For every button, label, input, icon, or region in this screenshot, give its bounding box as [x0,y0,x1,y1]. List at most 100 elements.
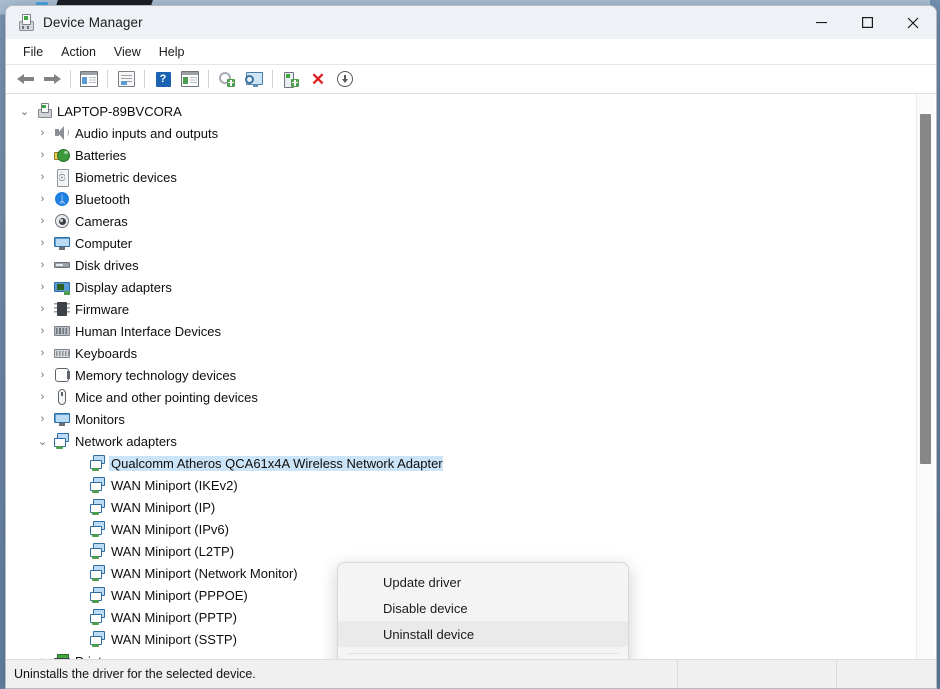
status-panel-2 [678,660,837,688]
menu-file[interactable]: File [14,42,52,62]
device-manager-window: Device Manager File Action View [5,5,937,689]
firmware-icon [51,301,73,317]
update-driver-button[interactable] [214,67,240,91]
close-icon [907,17,919,29]
context-menu-item[interactable]: Uninstall device [338,621,628,647]
tree-item[interactable]: ⌄ Network adapters [6,430,936,452]
tree-item[interactable]: Qualcomm Atheros QCA61x4A Wireless Netwo… [6,452,936,474]
tree-item[interactable]: ›Display adapters [6,276,936,298]
chevron-right-icon[interactable]: › [34,391,51,403]
status-message: Uninstalls the driver for the selected d… [6,660,678,688]
chevron-right-icon[interactable]: › [34,237,51,249]
display-adapter-icon [51,279,73,295]
context-menu: Update driverDisable deviceUninstall dev… [337,562,629,659]
tree-item[interactable]: ›Keyboards [6,342,936,364]
network-adapter-icon [87,499,109,515]
chevron-right-icon[interactable]: › [34,413,51,425]
network-adapter-icon [87,455,109,471]
context-menu-item[interactable]: Update driver [338,569,628,595]
content-area: ⌄LAPTOP-89BVCORA › Audio inputs and output… [6,94,936,659]
download-button[interactable] [332,67,358,91]
tree-item-label: Network adapters [73,434,177,449]
tree-item-label: Batteries [73,148,126,163]
chevron-down-icon[interactable]: ⌄ [16,105,33,118]
close-button[interactable] [890,6,936,39]
enable-device-button[interactable] [278,67,304,91]
tree-item-label: Audio inputs and outputs [73,126,218,141]
toolbar-separator [272,70,273,88]
chevron-right-icon[interactable]: › [34,281,51,293]
tree-item-label: Human Interface Devices [73,324,221,339]
chevron-right-icon[interactable]: › [34,193,51,205]
chevron-right-icon[interactable]: › [34,215,51,227]
chevron-right-icon[interactable]: › [34,259,51,271]
tree-item[interactable]: › Memory technology devices [6,364,936,386]
keyboard-icon [51,345,73,361]
network-adapter-icon [87,521,109,537]
help-icon: ? [156,72,171,87]
network-adapter-icon [87,631,109,647]
tree-item-label: WAN Miniport (IP) [109,500,215,515]
tree-item[interactable]: ›Mice and other pointing devices [6,386,936,408]
tree-item-label: WAN Miniport (SSTP) [109,632,237,647]
tree-item[interactable]: › Audio inputs and outputs [6,122,936,144]
properties-button[interactable] [113,67,139,91]
enable-device-icon [283,72,299,87]
tree-item[interactable]: WAN Miniport (L2TP) [6,540,936,562]
properties-icon [118,71,135,87]
monitor-icon [51,235,73,251]
hid-icon [51,323,73,339]
tree-item[interactable]: › Monitors [6,408,936,430]
uninstall-device-button[interactable]: ✕ [305,67,331,91]
back-button[interactable] [12,67,38,91]
tree-item-label: WAN Miniport (L2TP) [109,544,234,559]
chevron-right-icon[interactable]: › [34,149,51,161]
tree-item-label: Memory technology devices [73,368,236,383]
menu-view[interactable]: View [105,42,150,62]
chevron-right-icon[interactable]: › [34,325,51,337]
tree-item[interactable]: ›Cameras [6,210,936,232]
tree-item[interactable]: ›Disk drives [6,254,936,276]
chevron-right-icon[interactable]: › [34,171,51,183]
audio-icon [51,125,73,141]
chevron-right-icon[interactable]: › [34,303,51,315]
chevron-right-icon[interactable]: › [34,369,51,381]
show-hide-console-tree-button[interactable] [76,67,102,91]
tree-item[interactable]: ›Firmware [6,298,936,320]
tree-item-label: Monitors [73,412,125,427]
tree-item-label: Qualcomm Atheros QCA61x4A Wireless Netwo… [109,456,443,471]
scan-for-hardware-changes-button[interactable] [241,67,267,91]
chevron-down-icon[interactable]: ⌄ [34,435,51,448]
scrollbar-thumb[interactable] [920,114,931,464]
minimize-button[interactable] [798,6,844,39]
chevron-right-icon[interactable]: › [34,347,51,359]
menu-help[interactable]: Help [150,42,194,62]
chevron-right-icon[interactable]: › [34,655,51,659]
forward-button[interactable] [39,67,65,91]
bluetooth-icon: ᛦ [51,191,73,207]
console-view-button[interactable] [177,67,203,91]
chevron-right-icon[interactable]: › [34,127,51,139]
tree-item-label: WAN Miniport (PPPOE) [109,588,248,603]
tree-item[interactable]: WAN Miniport (IKEv2) [6,474,936,496]
title-bar[interactable]: Device Manager [6,6,936,39]
battery-icon [51,147,73,163]
menu-action[interactable]: Action [52,42,105,62]
maximize-button[interactable] [844,6,890,39]
tree-item[interactable]: ›Biometric devices [6,166,936,188]
tree-item[interactable]: ›Computer [6,232,936,254]
tree-item[interactable]: WAN Miniport (IP) [6,496,936,518]
context-menu-separator [348,653,618,654]
help-button[interactable]: ? [150,67,176,91]
context-menu-item[interactable]: Disable device [338,595,628,621]
status-panel-3 [837,660,936,688]
tree-item[interactable]: › Human Interface Devices [6,320,936,342]
monitor-icon [51,411,73,427]
vertical-scrollbar[interactable] [916,94,934,659]
tree-item[interactable]: ⌄LAPTOP-89BVCORA [6,100,936,122]
scan-for-hardware-changes-icon [245,72,263,87]
tree-item[interactable]: WAN Miniport (IPv6) [6,518,936,540]
printer-icon [51,653,73,659]
tree-item[interactable]: ›ᛦBluetooth [6,188,936,210]
tree-item[interactable]: › Batteries [6,144,936,166]
